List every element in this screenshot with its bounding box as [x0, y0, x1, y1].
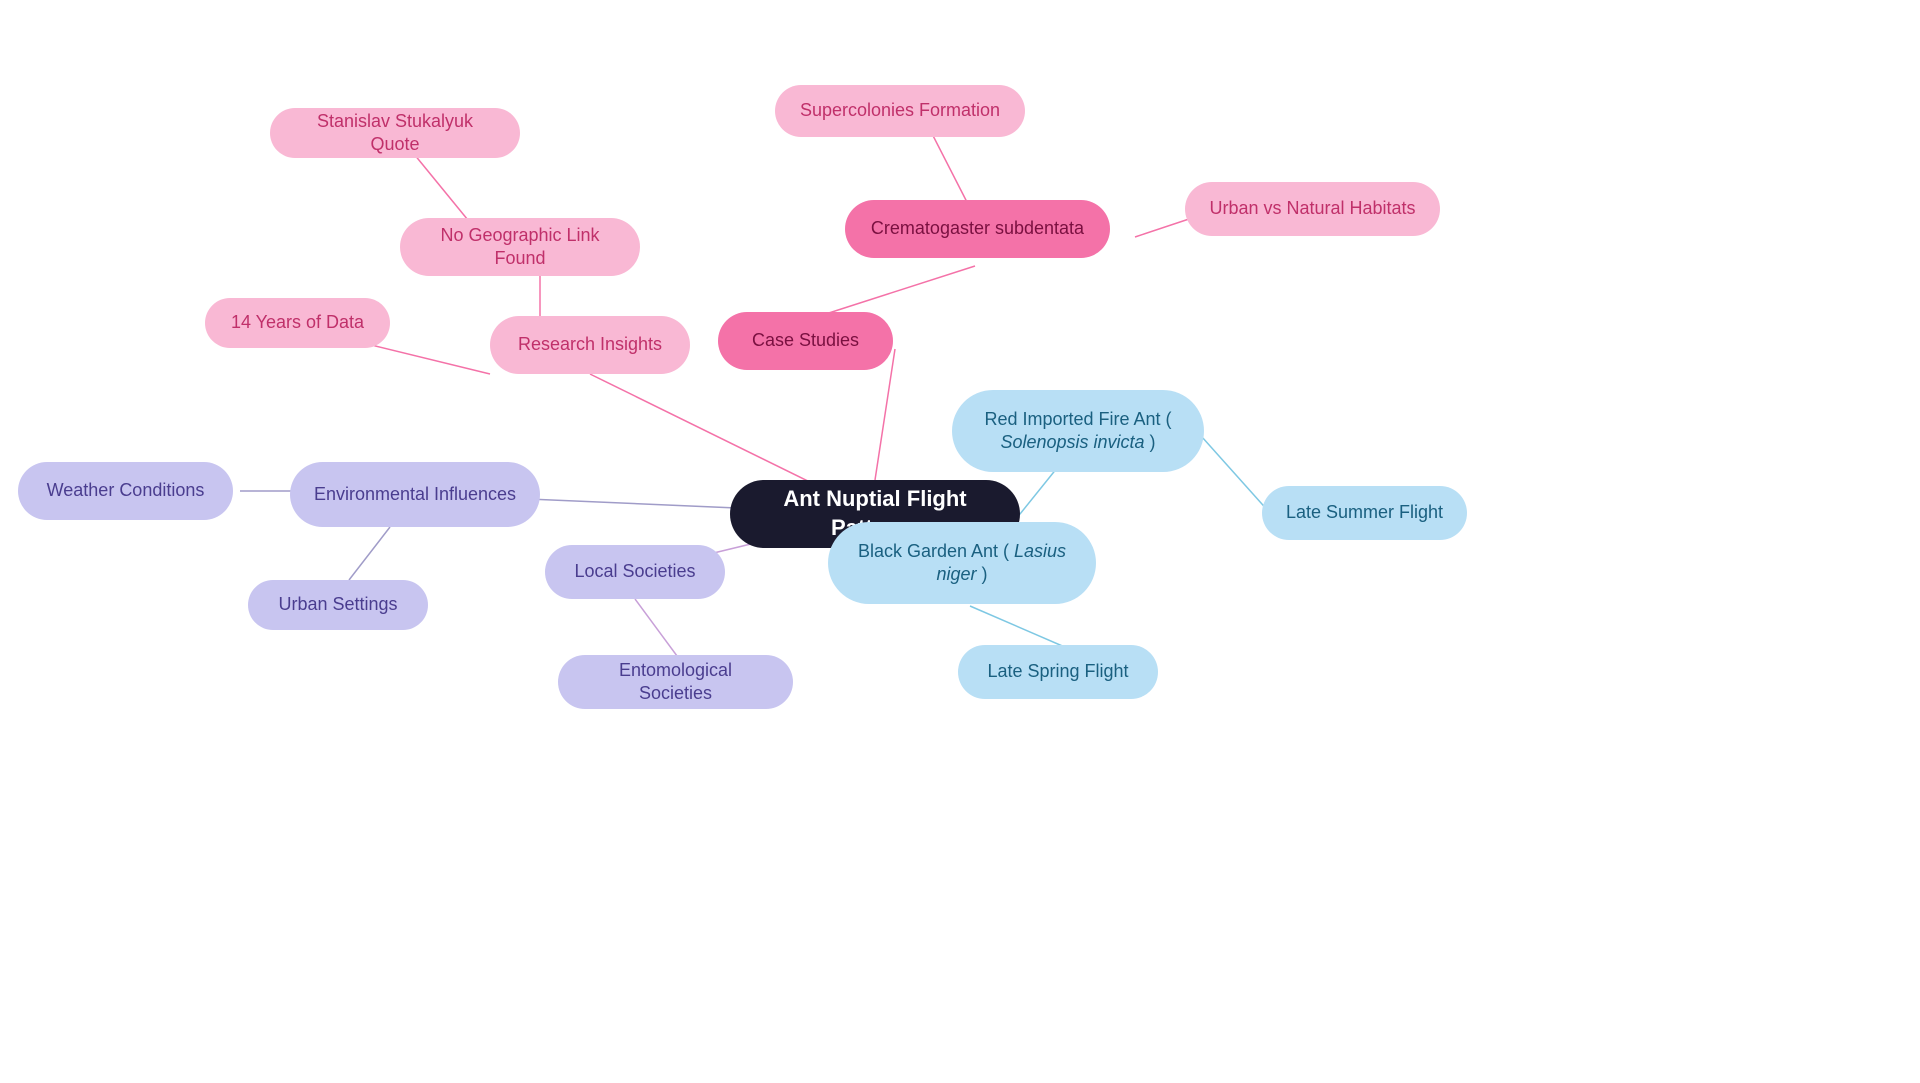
supercolonies-node[interactable]: Supercolonies Formation [775, 85, 1025, 137]
late-summer-node[interactable]: Late Summer Flight [1262, 486, 1467, 540]
late-spring-node[interactable]: Late Spring Flight [958, 645, 1158, 699]
urban-natural-node[interactable]: Urban vs Natural Habitats [1185, 182, 1440, 236]
no-geo-link-node[interactable]: No Geographic Link Found [400, 218, 640, 276]
case-studies-node[interactable]: Case Studies [718, 312, 893, 370]
fire-ant-node[interactable]: Red Imported Fire Ant ( Solenopsis invic… [952, 390, 1204, 472]
mindmap-container: Ant Nuptial Flight Patterns Research Ins… [0, 0, 1920, 1083]
stukalyuk-quote-node[interactable]: Stanislav Stukalyuk Quote [270, 108, 520, 158]
black-garden-node[interactable]: Black Garden Ant ( Lasius niger ) [828, 522, 1096, 604]
crematogaster-node[interactable]: Crematogaster subdentata [845, 200, 1110, 258]
local-societies-node[interactable]: Local Societies [545, 545, 725, 599]
research-insights-node[interactable]: Research Insights [490, 316, 690, 374]
weather-conditions-node[interactable]: Weather Conditions [18, 462, 233, 520]
environmental-influences-node[interactable]: Environmental Influences [290, 462, 540, 527]
fire-ant-label: Red Imported Fire Ant ( Solenopsis invic… [974, 408, 1182, 455]
urban-settings-node[interactable]: Urban Settings [248, 580, 428, 630]
years-data-node[interactable]: 14 Years of Data [205, 298, 390, 348]
entomological-societies-node[interactable]: Entomological Societies [558, 655, 793, 709]
black-garden-label: Black Garden Ant ( Lasius niger ) [850, 540, 1074, 587]
